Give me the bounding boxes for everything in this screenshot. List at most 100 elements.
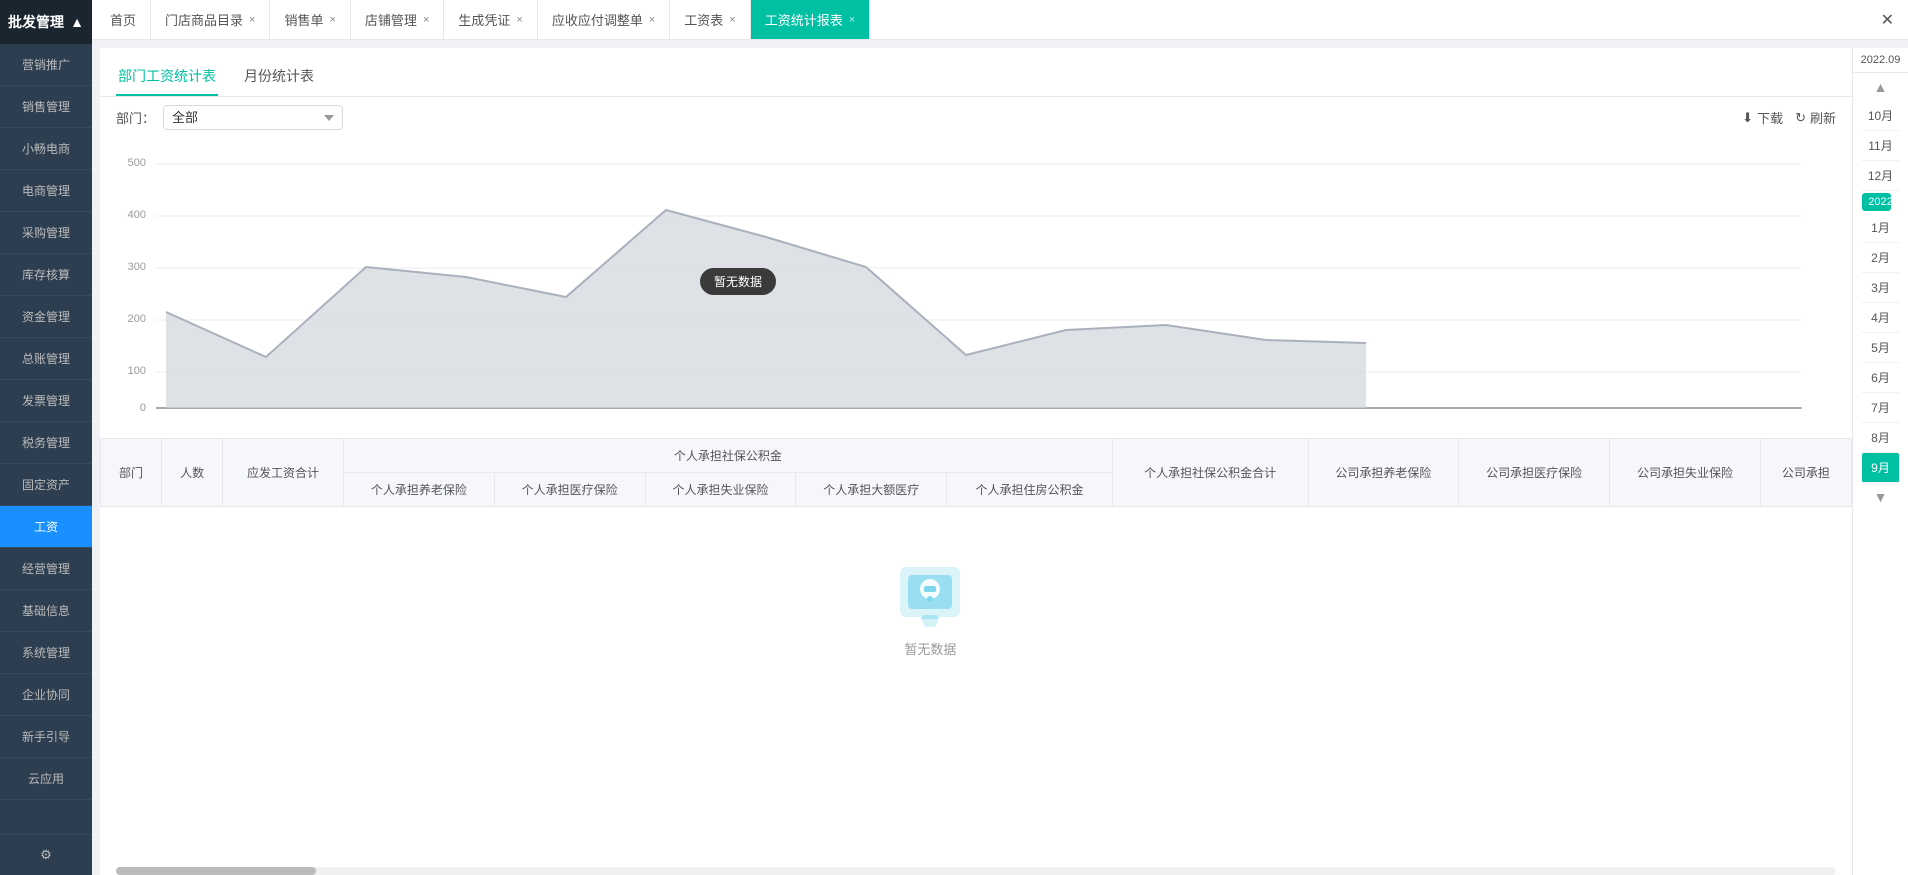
date-month-11月[interactable]: 11月 (1862, 131, 1898, 161)
table-area[interactable]: 部门 人数 应发工资合计 个人承担社保公积金 个人承担社保公积金合计 公司承担养… (100, 438, 1852, 867)
no-data-container: 暂无数据 (101, 507, 1761, 698)
sidebar-header-arrow: ▲ (70, 14, 84, 30)
sidebar-item-工资[interactable]: 工资 (0, 506, 92, 548)
tab-bar: 首页门店商品目录×销售单×店铺管理×生成凭证×应收应付调整单×工资表×工资统计报… (92, 0, 1908, 40)
tab-close-icon[interactable]: × (849, 14, 855, 26)
tab-工资表[interactable]: 工资表× (670, 0, 750, 39)
th-personal-bigmed: 个人承担大额医疗 (796, 473, 947, 507)
department-select[interactable]: 全部 (163, 105, 343, 130)
sidebar-item-库存核算[interactable]: 库存核算 (0, 254, 92, 296)
tab-店铺管理[interactable]: 店铺管理× (351, 0, 444, 39)
sub-tab-月份统计表[interactable]: 月份统计表 (242, 58, 316, 96)
area-chart: 500 400 300 200 100 0 (116, 146, 1836, 426)
sidebar-item-系统管理[interactable]: 系统管理 (0, 632, 92, 674)
date-month-4月[interactable]: 4月 (1862, 303, 1898, 333)
sub-tabs: 部门工资统计表月份统计表 (100, 48, 1852, 97)
toolbar: 部门： 全部 ⬇ 下载 ↻ 刷新 (100, 97, 1852, 138)
tab-close-icon[interactable]: × (423, 14, 429, 26)
refresh-label: 刷新 (1810, 108, 1836, 127)
settings-icon: ⚙ (40, 847, 52, 862)
tab-close-icon[interactable]: × (516, 14, 522, 26)
scrollbar-thumb[interactable] (116, 867, 316, 875)
sidebar-item-经营管理[interactable]: 经营管理 (0, 548, 92, 590)
tab-close-icon[interactable]: × (649, 14, 655, 26)
no-data-icon (890, 547, 970, 627)
sidebar-item-企业协同[interactable]: 企业协同 (0, 674, 92, 716)
th-department: 部门 (101, 439, 162, 507)
date-nav-down[interactable]: ▼ (1853, 483, 1908, 511)
sidebar-item-云应用[interactable]: 云应用 (0, 758, 92, 800)
th-personal-social: 个人承担社保公积金 (344, 439, 1113, 473)
tab-close-icon[interactable]: × (249, 14, 255, 26)
horizontal-scrollbar[interactable] (116, 867, 1836, 875)
tab-首页[interactable]: 首页 (96, 0, 151, 39)
date-month-9月[interactable]: 9月 (1862, 453, 1898, 483)
sub-tab-部门工资统计表[interactable]: 部门工资统计表 (116, 58, 218, 96)
sidebar-item-销售管理[interactable]: 销售管理 (0, 86, 92, 128)
date-year-badge[interactable]: 2022 (1862, 193, 1890, 211)
date-month-1月[interactable]: 1月 (1862, 213, 1898, 243)
date-month-10月[interactable]: 10月 (1862, 101, 1898, 131)
th-personal-housing: 个人承担住房公积金 (947, 473, 1113, 507)
sidebar-item-小畅电商[interactable]: 小畅电商 (0, 128, 92, 170)
download-button[interactable]: ⬇ 下载 (1742, 108, 1783, 127)
th-count: 人数 (162, 439, 223, 507)
tab-close-icon[interactable]: × (729, 14, 735, 26)
sidebar-item-发票管理[interactable]: 发票管理 (0, 380, 92, 422)
sidebar-item-税务管理[interactable]: 税务管理 (0, 422, 92, 464)
content-area: 部门工资统计表月份统计表 部门： 全部 ⬇ 下载 ↻ (92, 40, 1908, 875)
svg-text:0: 0 (140, 402, 146, 414)
page-panel: 部门工资统计表月份统计表 部门： 全部 ⬇ 下载 ↻ (100, 48, 1852, 875)
sidebar-item-电商管理[interactable]: 电商管理 (0, 170, 92, 212)
filter-area: 部门： 全部 (116, 105, 343, 130)
refresh-button[interactable]: ↻ 刷新 (1795, 108, 1836, 127)
svg-text:500: 500 (128, 157, 146, 169)
tab-生成凭证[interactable]: 生成凭证× (444, 0, 537, 39)
tab-门店商品目录[interactable]: 门店商品目录× (151, 0, 270, 39)
sidebar-item-固定资产[interactable]: 固定资产 (0, 464, 92, 506)
date-month-2月[interactable]: 2月 (1862, 243, 1898, 273)
date-month-12月[interactable]: 12月 (1862, 161, 1898, 191)
tab-销售单[interactable]: 销售单× (270, 0, 350, 39)
tab-bar-close-btn[interactable]: ✕ (1871, 10, 1904, 30)
th-company-pension: 公司承担养老保险 (1308, 439, 1459, 507)
sidebar-item-营销推广[interactable]: 营销推广 (0, 44, 92, 86)
toolbar-right: ⬇ 下载 ↻ 刷新 (1742, 108, 1836, 127)
download-label: 下载 (1757, 108, 1783, 127)
svg-text:300: 300 (128, 261, 146, 273)
chart-area: 500 400 300 200 100 0 (100, 138, 1852, 438)
date-month-7月[interactable]: 7月 (1862, 393, 1898, 423)
th-personal-med: 个人承担医疗保险 (494, 473, 645, 507)
date-month-5月[interactable]: 5月 (1862, 333, 1898, 363)
sidebar: 批发管理 ▲ 营销推广销售管理小畅电商电商管理采购管理库存核算资金管理总账管理发… (0, 0, 92, 875)
sidebar-item-基础信息[interactable]: 基础信息 (0, 590, 92, 632)
th-company-unemployment: 公司承担失业保险 (1610, 439, 1761, 507)
sidebar-footer[interactable]: ⚙ (0, 834, 92, 875)
date-year-label: 2022.09 (1853, 48, 1908, 73)
chart-area-polygon (166, 210, 1366, 408)
tab-应收应付调整单[interactable]: 应收应付调整单× (538, 0, 670, 39)
date-month-8月[interactable]: 8月 (1862, 423, 1898, 453)
tab-close-icon[interactable]: × (329, 14, 335, 26)
no-data-text: 暂无数据 (904, 639, 956, 658)
date-month-6月[interactable]: 6月 (1862, 363, 1898, 393)
sidebar-item-新手引导[interactable]: 新手引导 (0, 716, 92, 758)
th-personal-pension: 个人承担养老保险 (344, 473, 495, 507)
sidebar-header[interactable]: 批发管理 ▲ (0, 0, 92, 44)
tab-工资统计报表[interactable]: 工资统计报表× (751, 0, 870, 39)
th-company-medical: 公司承担医疗保险 (1459, 439, 1610, 507)
data-table: 部门 人数 应发工资合计 个人承担社保公积金 个人承担社保公积金合计 公司承担养… (100, 438, 1852, 698)
main-area: 首页门店商品目录×销售单×店铺管理×生成凭证×应收应付调整单×工资表×工资统计报… (92, 0, 1908, 875)
date-nav-up[interactable]: ▲ (1853, 73, 1908, 101)
svg-text:200: 200 (128, 313, 146, 325)
sidebar-item-总账管理[interactable]: 总账管理 (0, 338, 92, 380)
refresh-icon: ↻ (1795, 110, 1806, 126)
filter-label: 部门： (116, 108, 155, 127)
sidebar-item-资金管理[interactable]: 资金管理 (0, 296, 92, 338)
close-icon: ✕ (1881, 10, 1894, 30)
date-panel: 2022.09 ▲ 10月11月12月 2022 1月2月3月4月5月6月7月8月9… (1852, 48, 1908, 875)
th-personal-total: 个人承担社保公积金合计 (1112, 439, 1308, 507)
sidebar-item-采购管理[interactable]: 采购管理 (0, 212, 92, 254)
download-icon: ⬇ (1742, 110, 1753, 126)
date-month-3月[interactable]: 3月 (1862, 273, 1898, 303)
